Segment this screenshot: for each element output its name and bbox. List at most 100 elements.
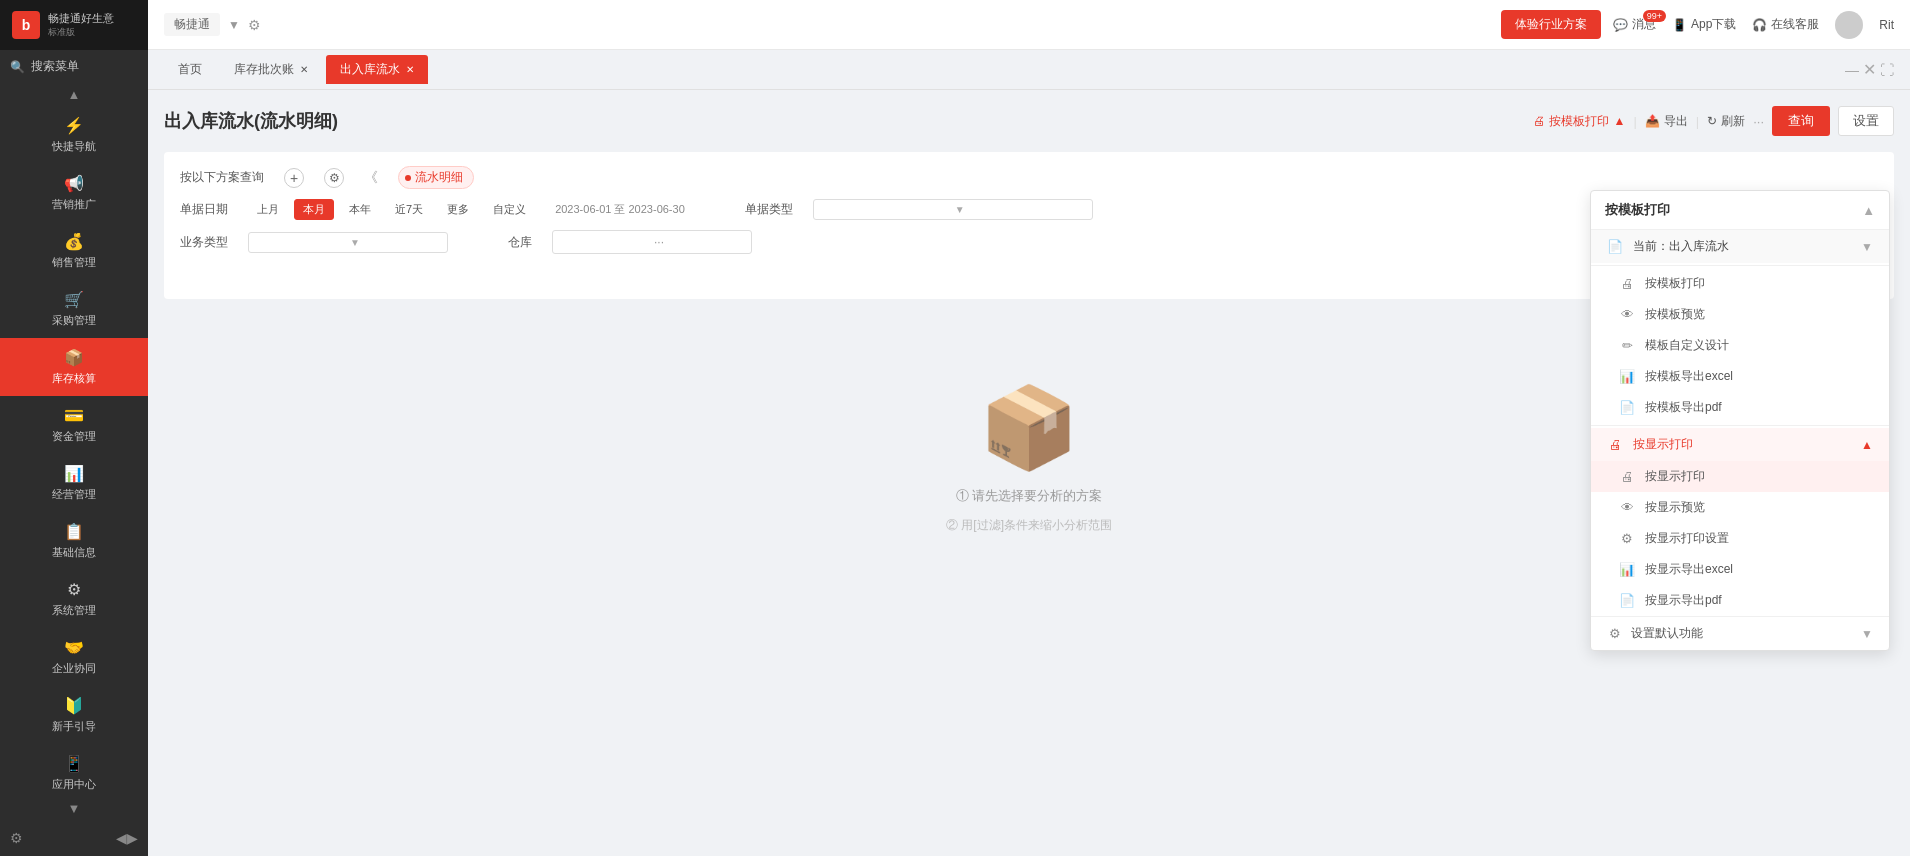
date-btn-this-year[interactable]: 本年 [340,199,380,220]
display-excel-label: 按显示导出excel [1645,561,1733,578]
sidebar-item-operations[interactable]: 📊 经营管理 [0,454,148,512]
topbar-gear-icon[interactable]: ⚙ [248,17,261,33]
dropdown-item-template-preview[interactable]: 👁 按模板预览 [1591,299,1889,330]
more-actions-icon[interactable]: ··· [1753,114,1764,129]
display-print-settings-label: 按显示打印设置 [1645,530,1729,547]
sidebar-nav: ⚡ 快捷导航 📢 营销推广 💰 销售管理 🛒 采购管理 📦 库存核算 💳 [0,106,148,797]
sidebar-item-marketing[interactable]: 📢 营销推广 [0,164,148,222]
dropdown-item-display-excel[interactable]: 📊 按显示导出excel [1591,554,1889,585]
warehouse-select[interactable]: ··· [552,230,752,254]
dropdown-current-section[interactable]: 📄 当前：出入库流水 ▼ [1591,230,1889,263]
date-btn-more[interactable]: 更多 [438,199,478,220]
template-preview-icon: 👁 [1619,307,1635,323]
sidebar-search[interactable]: 🔍 搜索菜单 [0,50,148,83]
sidebar-scroll-down[interactable]: ▼ [0,797,148,820]
sidebar-item-inventory[interactable]: 📦 库存核算 [0,338,148,396]
app-version: 标准版 [48,26,114,39]
display-print-section-header[interactable]: 🖨 按显示打印 ▲ [1591,428,1889,461]
template-print-btn[interactable]: 🖨 按模板打印 ▲ [1533,113,1625,130]
expand-page-icon[interactable]: ⛶ [1880,62,1894,78]
dropdown-item-template-print[interactable]: 🖨 按模板打印 [1591,268,1889,299]
display-pdf-label: 按显示导出pdf [1645,592,1722,609]
sidebar-item-system[interactable]: ⚙ 系统管理 [0,570,148,628]
filter-row-top: 按以下方案查询 + ⚙ 《 流水明细 [180,166,1878,189]
dropdown-item-template-pdf[interactable]: 📄 按模板导出pdf [1591,392,1889,423]
tab-inout-flow-close[interactable]: ✕ [406,64,414,75]
search-icon: 🔍 [10,60,25,74]
sidebar-item-sales[interactable]: 💰 销售管理 [0,222,148,280]
filter-settings-btn[interactable]: ⚙ [324,168,344,188]
sidebar-item-label: 系统管理 [52,603,96,618]
date-range-display: 2023-06-01 至 2023-06-30 [555,202,685,217]
tab-home[interactable]: 首页 [164,55,216,84]
tab-inventory-batch-close[interactable]: ✕ [300,64,308,75]
dropdown-item-template-design[interactable]: ✏ 模板自定义设计 [1591,330,1889,361]
tab-home-label: 首页 [178,61,202,78]
sidebar-item-enterprise[interactable]: 🤝 企业协同 [0,628,148,686]
user-dropdown-icon[interactable]: ▼ [228,18,240,32]
export-btn[interactable]: 📤 导出 [1645,113,1688,130]
dropdown-item-display-pdf[interactable]: 📄 按显示导出pdf [1591,585,1889,616]
sidebar-item-purchase[interactable]: 🛒 采购管理 [0,280,148,338]
sidebar-item-app-center[interactable]: 📱 应用中心 [0,744,148,797]
filter-add-btn[interactable]: + [284,168,304,188]
empty-hint-1: ① 请先选择要分析的方案 [956,487,1103,505]
user-name[interactable]: 畅捷通 [164,13,220,36]
dropdown-item-template-excel[interactable]: 📊 按模板导出excel [1591,361,1889,392]
sidebar-item-label: 经营管理 [52,487,96,502]
business-type-select[interactable]: ▼ [248,232,448,253]
display-preview-icon: 👁 [1619,500,1635,516]
dropdown-header: 按模板打印 ▲ [1591,191,1889,230]
dropdown-item-display-preview[interactable]: 👁 按显示预览 [1591,492,1889,523]
dropdown-item-display-print-settings[interactable]: ⚙ 按显示打印设置 [1591,523,1889,554]
date-btn-custom[interactable]: 自定义 [484,199,535,220]
app-logo-icon: b [12,11,40,39]
tab-inout-flow[interactable]: 出入库流水 ✕ [326,55,428,84]
dropdown-item-display-print[interactable]: 🖨 按显示打印 [1591,461,1889,492]
date-btn-this-month[interactable]: 本月 [294,199,334,220]
app-download-btn[interactable]: 📱 App下载 [1672,16,1736,33]
sidebar-item-finance[interactable]: 💳 资金管理 [0,396,148,454]
refresh-btn[interactable]: ↻ 刷新 [1707,113,1745,130]
sidebar-item-guide[interactable]: 🔰 新手引导 [0,686,148,744]
online-service-btn[interactable]: 🎧 在线客服 [1752,16,1819,33]
template-excel-label: 按模板导出excel [1645,368,1733,385]
date-btn-last-month[interactable]: 上月 [248,199,288,220]
sidebar-scroll-up[interactable]: ▲ [0,83,148,106]
current-section-arrow: ▼ [1861,240,1873,254]
operations-icon: 📊 [64,464,84,483]
dropdown-close-arrow[interactable]: ▲ [1862,203,1875,218]
business-type-label: 业务类型 [180,234,228,251]
date-btn-7days[interactable]: 近7天 [386,199,432,220]
service-icon: 🎧 [1752,18,1767,32]
query-button[interactable]: 查询 [1772,106,1830,136]
enterprise-icon: 🤝 [64,638,84,657]
filter-collapse-btn[interactable]: 《 [364,169,378,187]
settings-icon[interactable]: ⚙ [10,830,23,846]
doc-type-select[interactable]: ▼ [813,199,1093,220]
page-header: 出入库流水(流水明细) 🖨 按模板打印 ▲ | 📤 导出 | ↻ [164,106,1894,136]
template-preview-label: 按模板预览 [1645,306,1705,323]
collapse-sidebar-icon[interactable]: ◀▶ [116,830,138,846]
user-avatar[interactable] [1835,11,1863,39]
marketing-icon: 📢 [64,174,84,193]
display-print-icon: 🖨 [1619,469,1635,485]
date-label: 单据日期 [180,201,228,218]
filter-tag-flow[interactable]: 流水明细 [398,166,474,189]
export-label: 导出 [1664,113,1688,130]
close-page-icon[interactable]: ✕ [1863,60,1876,79]
template-pdf-icon: 📄 [1619,400,1635,416]
dropdown-footer[interactable]: ⚙ 设置默认功能 ▼ [1591,616,1889,650]
messages-btn[interactable]: 💬 消息 99+ [1613,16,1656,33]
sidebar-item-basic-info[interactable]: 📋 基础信息 [0,512,148,570]
sidebar-item-quick-nav[interactable]: ⚡ 快捷导航 [0,106,148,164]
display-print-section-arrow: ▲ [1861,438,1873,452]
trial-button[interactable]: 体验行业方案 [1501,10,1601,39]
warehouse-more-icon[interactable]: ··· [654,235,741,249]
action-divider2: | [1696,114,1699,129]
tabs-bar: 首页 库存批次账 ✕ 出入库流水 ✕ — ✕ ⛶ [148,50,1910,90]
minimize-icon[interactable]: — [1845,62,1859,78]
tab-inventory-batch[interactable]: 库存批次账 ✕ [220,55,322,84]
settings-button[interactable]: 设置 [1838,106,1894,136]
sidebar-item-label: 营销推广 [52,197,96,212]
